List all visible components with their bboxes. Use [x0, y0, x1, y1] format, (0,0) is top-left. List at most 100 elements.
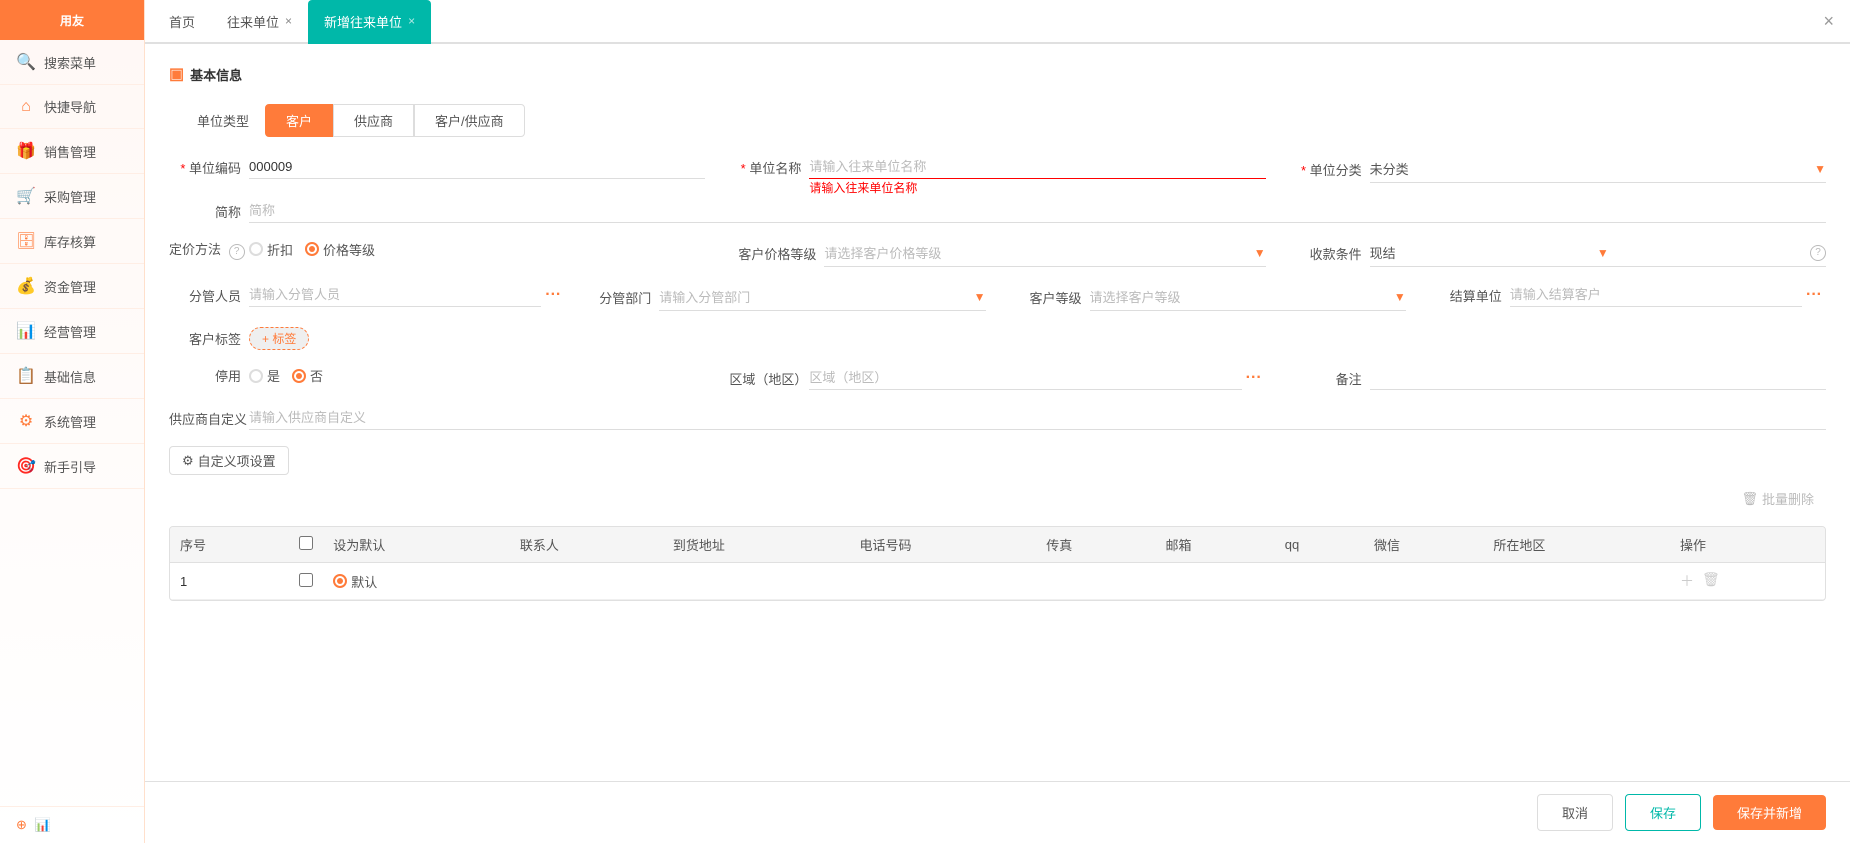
sidebar-item-label: 库存核算 [44, 232, 96, 251]
batch-delete-button[interactable]: 🗑 批量删除 [1741, 489, 1814, 508]
pricing-radio-discount[interactable]: 折扣 [249, 240, 293, 259]
customer-level-content: 请选择客户等级 ▼ [1090, 283, 1406, 311]
payment-terms-help-icon[interactable]: ? [1810, 245, 1826, 261]
sidebar-item-label: 基础信息 [44, 367, 96, 386]
row-checkbox[interactable] [299, 573, 313, 587]
unit-code-field: 单位编码 [169, 155, 705, 179]
disabled-radio-no[interactable]: 否 [292, 366, 323, 385]
row-delete-icon[interactable]: 🗑 [1702, 571, 1720, 591]
row-checkbox-cell [289, 563, 323, 600]
supervisor-more-button[interactable]: ··· [541, 286, 565, 304]
unit-name-error: 请输入往来单位名称 [809, 179, 917, 196]
save-button[interactable]: 保存 [1625, 794, 1701, 831]
pricing-radio-price-level[interactable]: 价格等级 [305, 240, 375, 259]
sidebar-item-base-info[interactable]: 📋 基础信息 [0, 354, 144, 399]
remark-field: 备注 [1290, 366, 1826, 390]
cancel-button[interactable]: 取消 [1537, 794, 1613, 831]
sidebar-item-finance[interactable]: 💰 资金管理 [0, 264, 144, 309]
purchase-icon: 🛒 [16, 186, 36, 206]
unit-type-supplier-button[interactable]: 供应商 [333, 104, 414, 137]
tab-partners-close[interactable]: × [285, 14, 292, 28]
sidebar-item-newbie[interactable]: 🎯 新手引导 [0, 444, 144, 489]
tab-new-partner-close[interactable]: × [408, 14, 415, 28]
payment-terms-value: 现结 [1370, 243, 1396, 262]
row-add-icon[interactable]: ＋ [1680, 571, 1694, 591]
payment-terms-arrow-icon: ▼ [1597, 246, 1609, 260]
supervisor-input[interactable] [249, 283, 541, 307]
custom-settings-button[interactable]: ⚙ 自定义项设置 [169, 446, 289, 475]
tab-partners[interactable]: 往来单位 × [211, 0, 308, 44]
settlement-input[interactable] [1510, 283, 1802, 307]
select-all-checkbox[interactable] [299, 536, 313, 550]
row-default-radio[interactable]: 默认 [333, 572, 500, 591]
abbr-input[interactable] [249, 199, 1826, 223]
customer-level-select[interactable]: 请选择客户等级 ▼ [1090, 283, 1406, 311]
customer-price-level-select[interactable]: 请选择客户价格等级 ▼ [824, 239, 1265, 267]
settlement-more-button[interactable]: ··· [1802, 286, 1826, 304]
customer-tag-content: + 标签 [249, 327, 1826, 350]
col-address: 到货地址 [663, 527, 850, 563]
batch-delete-icon: 🗑 [1741, 491, 1758, 507]
region-more-button[interactable]: ··· [1242, 369, 1266, 387]
unit-category-select[interactable]: 未分类 ▼ [1370, 155, 1826, 183]
col-contact: 联系人 [510, 527, 663, 563]
table-row: 1 默认 [170, 563, 1825, 600]
tab-new-partner[interactable]: 新增往来单位 × [308, 0, 431, 44]
unit-code-label: 单位编码 [169, 158, 249, 177]
newbie-icon: 🎯 [16, 456, 36, 476]
table-header-row: 🗑 批量删除 [169, 483, 1826, 514]
sidebar-logo: 用友 [0, 0, 144, 40]
close-all-tabs-button[interactable]: × [1815, 11, 1842, 32]
add-tag-button[interactable]: + 标签 [249, 327, 309, 350]
row-default: 默认 [323, 563, 510, 600]
dept-label: 分管部门 [589, 288, 659, 307]
disabled-yes-circle [249, 369, 263, 383]
col-qq: qq [1275, 527, 1364, 563]
customer-price-level-field: 客户价格等级 请选择客户价格等级 ▼ [729, 239, 1265, 267]
unit-category-label: 单位分类 [1290, 160, 1370, 179]
col-region: 所在地区 [1483, 527, 1670, 563]
disabled-radio-yes[interactable]: 是 [249, 366, 280, 385]
sidebar-item-system[interactable]: ⚙ 系统管理 [0, 399, 144, 444]
save-and-new-button[interactable]: 保存并新增 [1713, 795, 1826, 830]
unit-type-label: 单位类型 [169, 111, 249, 130]
disabled-yes-label: 是 [267, 366, 280, 385]
sidebar-item-label: 采购管理 [44, 187, 96, 206]
inventory-icon: 🗄 [16, 231, 36, 251]
settings-row: ⚙ 自定义项设置 [169, 446, 1826, 475]
disabled-label: 停用 [169, 366, 249, 385]
col-checkbox [289, 527, 323, 563]
sidebar-item-search[interactable]: 🔍 搜索菜单 [0, 40, 144, 85]
form-row-tags: 客户标签 + 标签 [169, 327, 1826, 350]
dept-select[interactable]: 请输入分管部门 ▼ [659, 283, 985, 311]
payment-terms-select[interactable]: 现结 ▼ ? [1370, 239, 1826, 267]
unit-code-input[interactable] [249, 155, 705, 179]
form-row-unit-info: 单位编码 单位名称 请输入往来单位名称 单位分类 未分类 ▼ [169, 155, 1826, 183]
settings-gear-icon: ⚙ [182, 453, 194, 469]
tab-home[interactable]: 首页 [153, 0, 211, 44]
pricing-help-icon[interactable]: ? [229, 244, 245, 260]
remark-input[interactable] [1370, 366, 1826, 390]
sidebar-item-label: 搜索菜单 [44, 53, 96, 72]
search-icon: 🔍 [16, 52, 36, 72]
col-default: 设为默认 [323, 527, 510, 563]
supplier-custom-input[interactable] [249, 406, 1826, 430]
unit-name-input[interactable] [809, 155, 1265, 179]
pricing-radio-group-container: 折扣 价格等级 [249, 240, 705, 259]
sidebar-item-purchase[interactable]: 🛒 采购管理 [0, 174, 144, 219]
sidebar-item-sales[interactable]: 🎁 销售管理 [0, 129, 144, 174]
sidebar-item-inventory[interactable]: 🗄 库存核算 [0, 219, 144, 264]
customer-price-level-placeholder: 请选择客户价格等级 [824, 243, 941, 262]
supplier-custom-label: 供应商自定义 [169, 409, 249, 428]
supplier-custom-field: 供应商自定义 [169, 406, 1826, 430]
unit-category-arrow-icon: ▼ [1814, 162, 1826, 176]
unit-type-both-button[interactable]: 客户/供应商 [414, 104, 525, 137]
sidebar-item-label: 资金管理 [44, 277, 96, 296]
settlement-content: ··· [1510, 283, 1826, 307]
region-input[interactable] [809, 366, 1241, 390]
sidebar-bottom: ⊕ 📊 [0, 806, 144, 843]
col-action: 操作 [1670, 527, 1825, 563]
sidebar-item-quick-nav[interactable]: ⌂ 快捷导航 [0, 85, 144, 129]
sidebar-item-operations[interactable]: 📊 经营管理 [0, 309, 144, 354]
unit-type-customer-button[interactable]: 客户 [265, 104, 333, 137]
